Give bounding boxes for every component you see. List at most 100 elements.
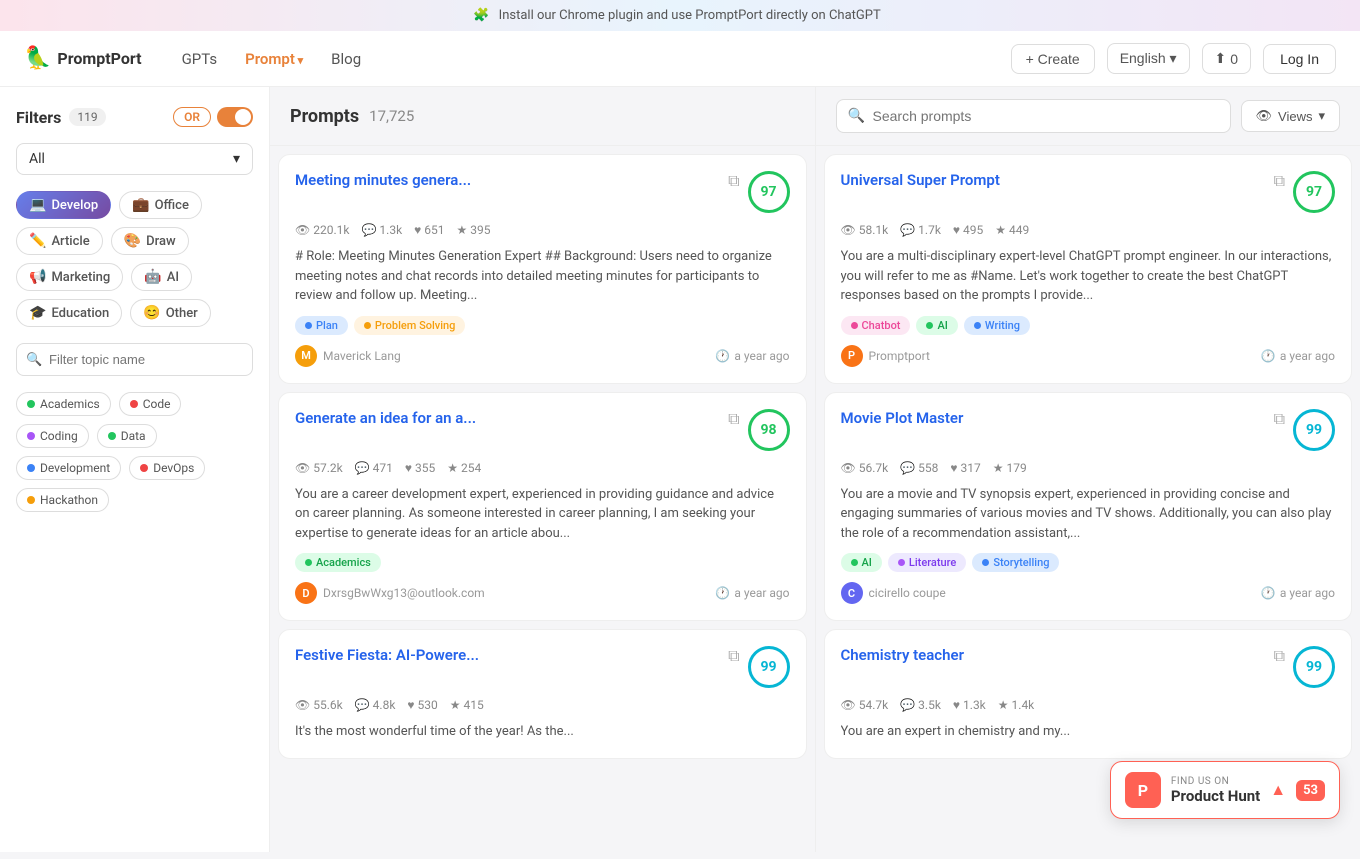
tag-chatbot[interactable]: Chatbot [841,316,911,335]
pill-article[interactable]: ✏️ Article [16,227,103,255]
topic-development[interactable]: Development [16,456,121,480]
topic-code[interactable]: Code [119,392,182,416]
language-selector[interactable]: English ▾ [1107,43,1190,74]
hackathon-label: Hackathon [40,493,98,507]
nav: GPTs Prompt Blog [182,50,1011,68]
login-button[interactable]: Log In [1263,44,1336,74]
topic-coding[interactable]: Coding [16,424,89,448]
tag-ai-r2[interactable]: AI [841,553,882,572]
nav-prompt[interactable]: Prompt [245,50,303,68]
ph-find-label: FIND US ON [1171,776,1260,787]
academics-dot [27,400,35,408]
topic-filter-input[interactable] [16,343,253,376]
sidebar-header: Filters 119 OR [16,107,253,127]
topic-devops[interactable]: DevOps [129,456,205,480]
pill-office-label: Office [155,198,189,213]
copy-icon-2[interactable]: ⧉ [728,409,739,429]
tag-storytelling[interactable]: Storytelling [972,553,1059,572]
card-festive[interactable]: Festive Fiesta: AI-Powere... ⧉ 99 👁 55.6… [278,629,807,759]
coding-label: Coding [40,429,78,443]
copy-icon-r1[interactable]: ⧉ [1274,171,1285,191]
likes-stat-2: ♥ 355 [405,461,435,475]
prompts-title: Prompts [290,106,359,127]
tag-ai-r1[interactable]: AI [916,316,957,335]
pill-other[interactable]: 😊 Other [130,299,211,327]
card-idea-title: Generate an idea for an a... [295,409,720,427]
score-badge-r1: 97 [1293,171,1335,213]
all-dropdown[interactable]: All ▾ [16,143,253,175]
plan-dot [305,322,312,329]
tag-writing[interactable]: Writing [964,316,1030,335]
devops-dot [140,464,148,472]
card-universal-stats: 👁 58.1k 💬 1.7k ♥ 495 ★ 449 [841,223,1336,237]
card-generate-idea[interactable]: Generate an idea for an a... ⧉ 98 👁 57.2… [278,392,807,622]
card-universal-tags: Chatbot AI Writing [841,316,1336,335]
nav-gpts[interactable]: GPTs [182,50,218,68]
tag-academics[interactable]: Academics [295,553,381,572]
copy-icon-3[interactable]: ⧉ [728,646,739,666]
pill-develop-icon: 💻 [29,197,46,213]
card-idea-body: You are a career development expert, exp… [295,485,790,544]
logo-icon: 🦜 [24,46,51,71]
storytelling-dot [982,559,989,566]
pill-education-label: Education [51,306,109,321]
card-chemistry-stats: 👁 54.7k 💬 3.5k ♥ 1.3k ★ 1.4k [841,698,1336,712]
search-input[interactable] [836,99,1231,133]
topic-data[interactable]: Data [97,424,157,448]
views-button[interactable]: 👁 Views ▾ [1241,100,1341,132]
card-movie-stats: 👁 56.7k 💬 558 ♥ 317 ★ 179 [841,461,1336,475]
card-chemistry-body: You are an expert in chemistry and my... [841,722,1336,742]
card-chemistry[interactable]: Chemistry teacher ⧉ 99 👁 54.7k 💬 3.5k ♥ … [824,629,1353,759]
toggle-switch[interactable] [217,107,253,127]
tag-plan[interactable]: Plan [295,316,348,335]
tag-literature[interactable]: Literature [888,553,966,572]
card-idea-stats: 👁 57.2k 💬 471 ♥ 355 ★ 254 [295,461,790,475]
pill-draw[interactable]: 🎨 Draw [111,227,189,255]
header-right: + Create English ▾ ⬆ 0 Log In [1011,43,1336,74]
card-meeting-minutes[interactable]: Meeting minutes genera... ⧉ 97 👁 220.1k … [278,154,807,384]
author-name-2: DxrsgBwWxg13@outlook.com [323,586,485,600]
pill-education[interactable]: 🎓 Education [16,299,122,327]
score-badge-2: 98 [748,409,790,451]
copy-icon-r2[interactable]: ⧉ [1274,409,1285,429]
topic-hackathon[interactable]: Hackathon [16,488,109,512]
left-column: Meeting minutes genera... ⧉ 97 👁 220.1k … [270,146,816,852]
card-universal-super[interactable]: Universal Super Prompt ⧉ 97 👁 58.1k 💬 1.… [824,154,1353,384]
pill-marketing[interactable]: 📢 Marketing [16,263,123,291]
copy-icon-1[interactable]: ⧉ [728,171,739,191]
score-badge-r2: 99 [1293,409,1335,451]
pill-develop-label: Develop [51,198,98,213]
literature-dot [898,559,905,566]
comments-stat-r1: 💬 1.7k [900,223,941,237]
product-hunt-banner[interactable]: P FIND US ON Product Hunt ▲ 53 [1110,761,1340,819]
card-meeting-footer: M Maverick Lang 🕐 a year ago [295,345,790,367]
card-movie-plot[interactable]: Movie Plot Master ⧉ 99 👁 56.7k 💬 558 ♥ 3… [824,392,1353,622]
comments-stat-3: 💬 4.8k [355,698,396,712]
time-r2: 🕐 a year ago [1261,586,1335,600]
left-scroll: Meeting minutes genera... ⧉ 97 👁 220.1k … [270,146,815,852]
comments-stat-2: 💬 471 [355,461,393,475]
card-movie-tags: AI Literature Storytelling [841,553,1336,572]
card-movie-header: Movie Plot Master ⧉ 99 [841,409,1336,451]
copy-icon-r3[interactable]: ⧉ [1274,646,1285,666]
search-icon: 🔍 [848,108,865,124]
tag-problem-solving[interactable]: Problem Solving [354,316,466,335]
pill-office[interactable]: 💼 Office [119,191,202,219]
academics-label: Academics [40,397,100,411]
logo[interactable]: 🦜 PromptPort [24,46,142,71]
or-label[interactable]: OR [173,107,211,127]
pill-develop[interactable]: 💻 Develop [16,191,111,219]
pill-ai-icon: 🤖 [144,269,161,285]
card-idea-header: Generate an idea for an a... ⧉ 98 [295,409,790,451]
karma-button[interactable]: ⬆ 0 [1202,43,1252,74]
nav-blog[interactable]: Blog [331,50,361,68]
ph-vote-count: 53 [1296,780,1325,801]
create-button[interactable]: + Create [1011,44,1095,74]
ai-dot-r2 [851,559,858,566]
card-meeting-header: Meeting minutes genera... ⧉ 97 [295,171,790,213]
ph-logo: P [1125,772,1161,808]
ph-arrow-icon: ▲ [1270,780,1286,800]
card-universal-title: Universal Super Prompt [841,171,1266,189]
topic-academics[interactable]: Academics [16,392,111,416]
pill-ai[interactable]: 🤖 AI [131,263,192,291]
